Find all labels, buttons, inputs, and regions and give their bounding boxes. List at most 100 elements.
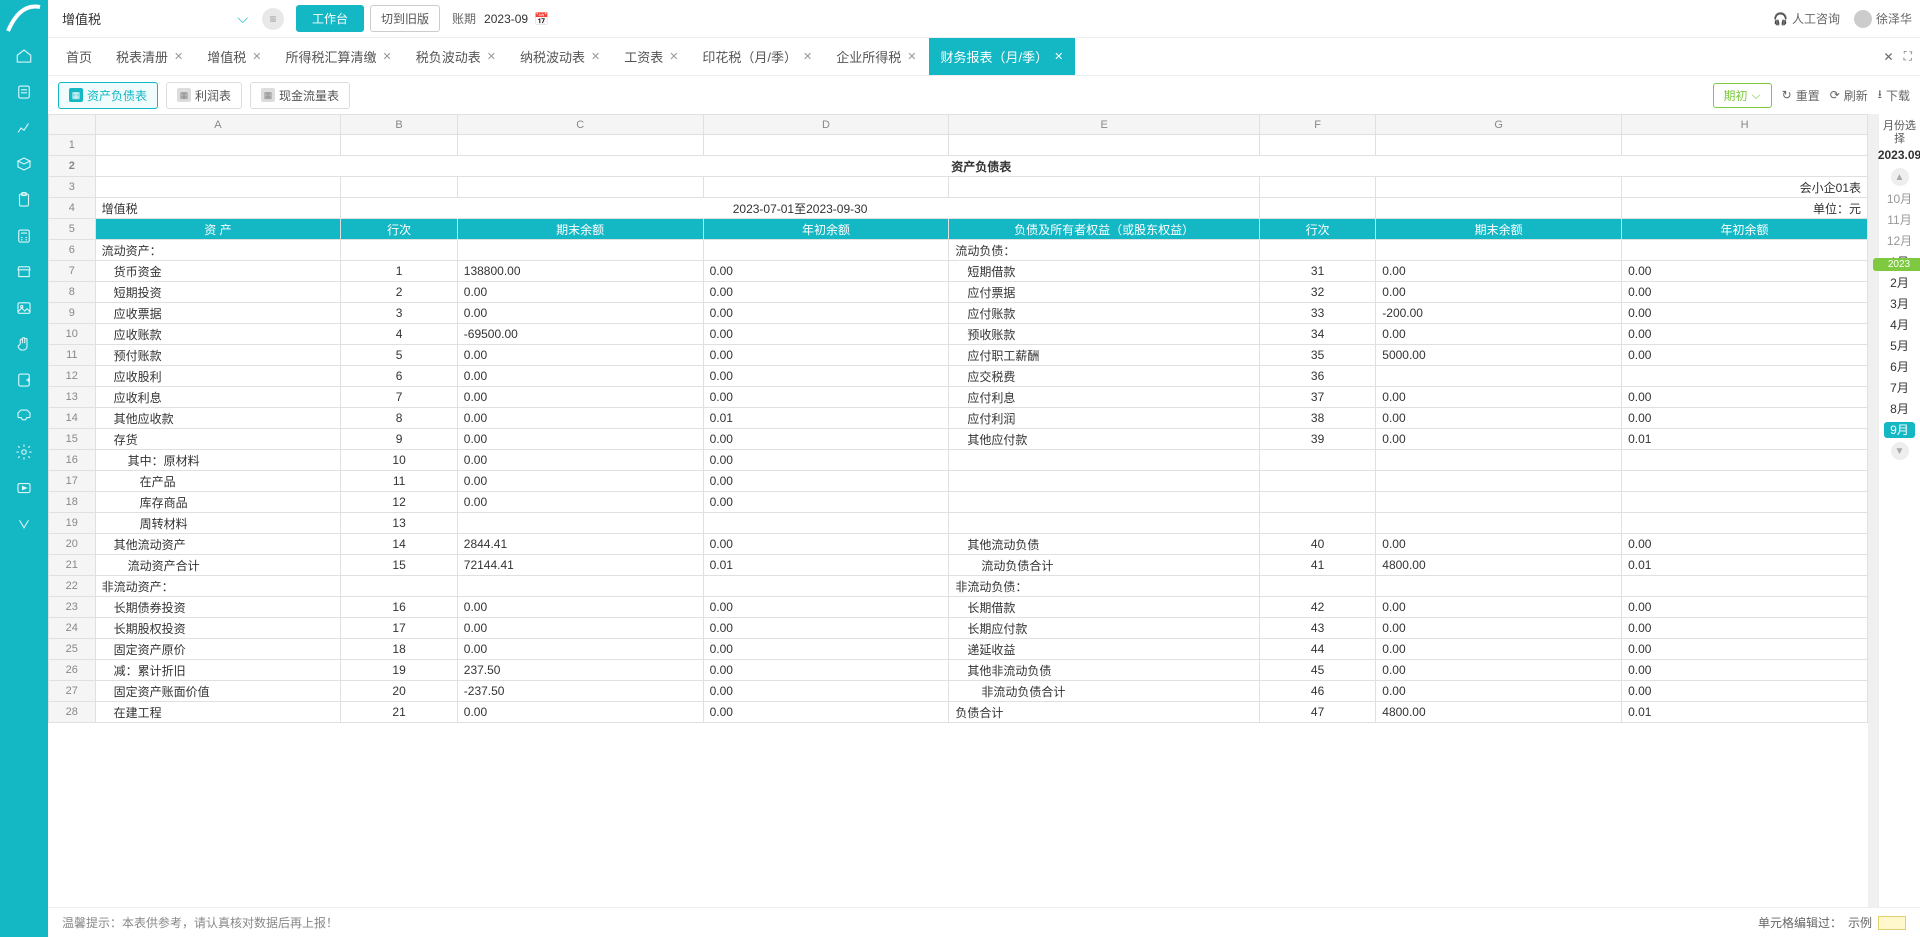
- cell[interactable]: [1622, 492, 1868, 513]
- cell[interactable]: 0.00: [1376, 534, 1622, 555]
- cell[interactable]: 非流动负债：: [949, 576, 1259, 597]
- cell[interactable]: 应收利息: [95, 387, 341, 408]
- cell[interactable]: 其他应付款: [949, 429, 1259, 450]
- row-header[interactable]: 1: [49, 135, 96, 156]
- cell[interactable]: 在建工程: [95, 702, 341, 723]
- cell[interactable]: 0.00: [703, 345, 949, 366]
- cell[interactable]: 42: [1259, 597, 1375, 618]
- cell[interactable]: 0.00: [1376, 660, 1622, 681]
- period-begin-dropdown[interactable]: 期初 ⌵: [1713, 83, 1772, 108]
- cell[interactable]: [1259, 513, 1375, 534]
- cell[interactable]: 0.00: [457, 471, 703, 492]
- cell[interactable]: 0.00: [1622, 534, 1868, 555]
- cell[interactable]: 库存商品: [95, 492, 341, 513]
- cell[interactable]: 0.00: [457, 345, 703, 366]
- row-header[interactable]: 6: [49, 240, 96, 261]
- cell[interactable]: [457, 576, 703, 597]
- cell[interactable]: 17: [341, 618, 457, 639]
- support-link[interactable]: 🎧 人工咨询: [1773, 10, 1840, 27]
- sub-tab[interactable]: ▦资产负债表: [58, 82, 158, 109]
- cell[interactable]: 0.00: [1376, 324, 1622, 345]
- cell[interactable]: [1259, 492, 1375, 513]
- close-all-icon[interactable]: ✕: [1884, 50, 1894, 64]
- cell[interactable]: 流动负债合计: [949, 555, 1259, 576]
- row-header[interactable]: 28: [49, 702, 96, 723]
- cell[interactable]: 0.00: [1622, 345, 1868, 366]
- cell[interactable]: 0.00: [457, 702, 703, 723]
- row-header[interactable]: 10: [49, 324, 96, 345]
- cell[interactable]: 其他流动资产: [95, 534, 341, 555]
- cell[interactable]: 138800.00: [457, 261, 703, 282]
- store-icon[interactable]: [0, 254, 48, 290]
- close-icon[interactable]: ✕: [591, 50, 600, 63]
- cell[interactable]: [1259, 177, 1375, 198]
- row-header[interactable]: 15: [49, 429, 96, 450]
- clipboard-icon[interactable]: [0, 182, 48, 218]
- spreadsheet[interactable]: ABCDEFGH 12资产负债表3会小企01表4增值税2023-07-01至20…: [48, 114, 1868, 907]
- cell[interactable]: 周转材料: [95, 513, 341, 534]
- cell[interactable]: 0.00: [703, 261, 949, 282]
- cell[interactable]: 短期借款: [949, 261, 1259, 282]
- cell[interactable]: [1376, 492, 1622, 513]
- cell[interactable]: 0.00: [457, 597, 703, 618]
- cell[interactable]: -200.00: [1376, 303, 1622, 324]
- tab-item[interactable]: 所得税汇算清缴✕: [273, 38, 403, 75]
- cell[interactable]: 0.00: [703, 534, 949, 555]
- tab-item[interactable]: 纳税波动表✕: [508, 38, 612, 75]
- cell[interactable]: 0.00: [1376, 597, 1622, 618]
- cell[interactable]: [1376, 198, 1622, 219]
- cell[interactable]: [341, 240, 457, 261]
- cell[interactable]: 其他流动负债: [949, 534, 1259, 555]
- cell[interactable]: 0.00: [1622, 660, 1868, 681]
- close-icon[interactable]: ✕: [669, 50, 678, 63]
- cell[interactable]: [949, 471, 1259, 492]
- row-header[interactable]: 12: [49, 366, 96, 387]
- row-header[interactable]: 26: [49, 660, 96, 681]
- row-header[interactable]: 11: [49, 345, 96, 366]
- cell[interactable]: 0.00: [457, 366, 703, 387]
- cell[interactable]: 0.00: [1622, 387, 1868, 408]
- cell[interactable]: 0.01: [703, 555, 949, 576]
- cell[interactable]: 0.00: [703, 618, 949, 639]
- month-item[interactable]: 2月: [1879, 272, 1920, 293]
- row-header[interactable]: 20: [49, 534, 96, 555]
- cell[interactable]: 减：累计折旧: [95, 660, 341, 681]
- cell[interactable]: [1376, 177, 1622, 198]
- cell[interactable]: [1622, 450, 1868, 471]
- month-item[interactable]: 9月: [1879, 419, 1920, 440]
- cell[interactable]: 2023-07-01至2023-09-30: [341, 198, 1260, 219]
- cell[interactable]: 0.00: [703, 366, 949, 387]
- cell[interactable]: 1: [341, 261, 457, 282]
- tab-item[interactable]: 首页: [54, 38, 104, 75]
- cell[interactable]: 45: [1259, 660, 1375, 681]
- cell[interactable]: 0.00: [703, 450, 949, 471]
- cell[interactable]: -69500.00: [457, 324, 703, 345]
- cell[interactable]: 0.00: [703, 597, 949, 618]
- cell[interactable]: 34: [1259, 324, 1375, 345]
- inbox-icon[interactable]: [0, 398, 48, 434]
- reset-button[interactable]: ↻重置: [1782, 87, 1820, 104]
- cell[interactable]: 应收账款: [95, 324, 341, 345]
- cell[interactable]: 应付利息: [949, 387, 1259, 408]
- cell[interactable]: 14: [341, 534, 457, 555]
- row-header[interactable]: 23: [49, 597, 96, 618]
- cell[interactable]: 0.00: [457, 408, 703, 429]
- row-header[interactable]: 14: [49, 408, 96, 429]
- cell[interactable]: 4800.00: [1376, 702, 1622, 723]
- cell[interactable]: 货币资金: [95, 261, 341, 282]
- tab-item[interactable]: 印花税（月/季）✕: [690, 38, 824, 75]
- cell[interactable]: 流动资产：: [95, 240, 341, 261]
- cell[interactable]: 32: [1259, 282, 1375, 303]
- tab-item[interactable]: 税表清册✕: [104, 38, 195, 75]
- cell[interactable]: 0.00: [1622, 597, 1868, 618]
- month-item[interactable]: 12月: [1879, 230, 1920, 251]
- cell[interactable]: [1259, 576, 1375, 597]
- month-item[interactable]: 5月: [1879, 335, 1920, 356]
- cell[interactable]: 应付利润: [949, 408, 1259, 429]
- cell[interactable]: 0.00: [1376, 387, 1622, 408]
- cell[interactable]: [703, 177, 949, 198]
- col-header[interactable]: E: [949, 115, 1259, 135]
- cell[interactable]: 16: [341, 597, 457, 618]
- video-icon[interactable]: [0, 470, 48, 506]
- row-header[interactable]: 3: [49, 177, 96, 198]
